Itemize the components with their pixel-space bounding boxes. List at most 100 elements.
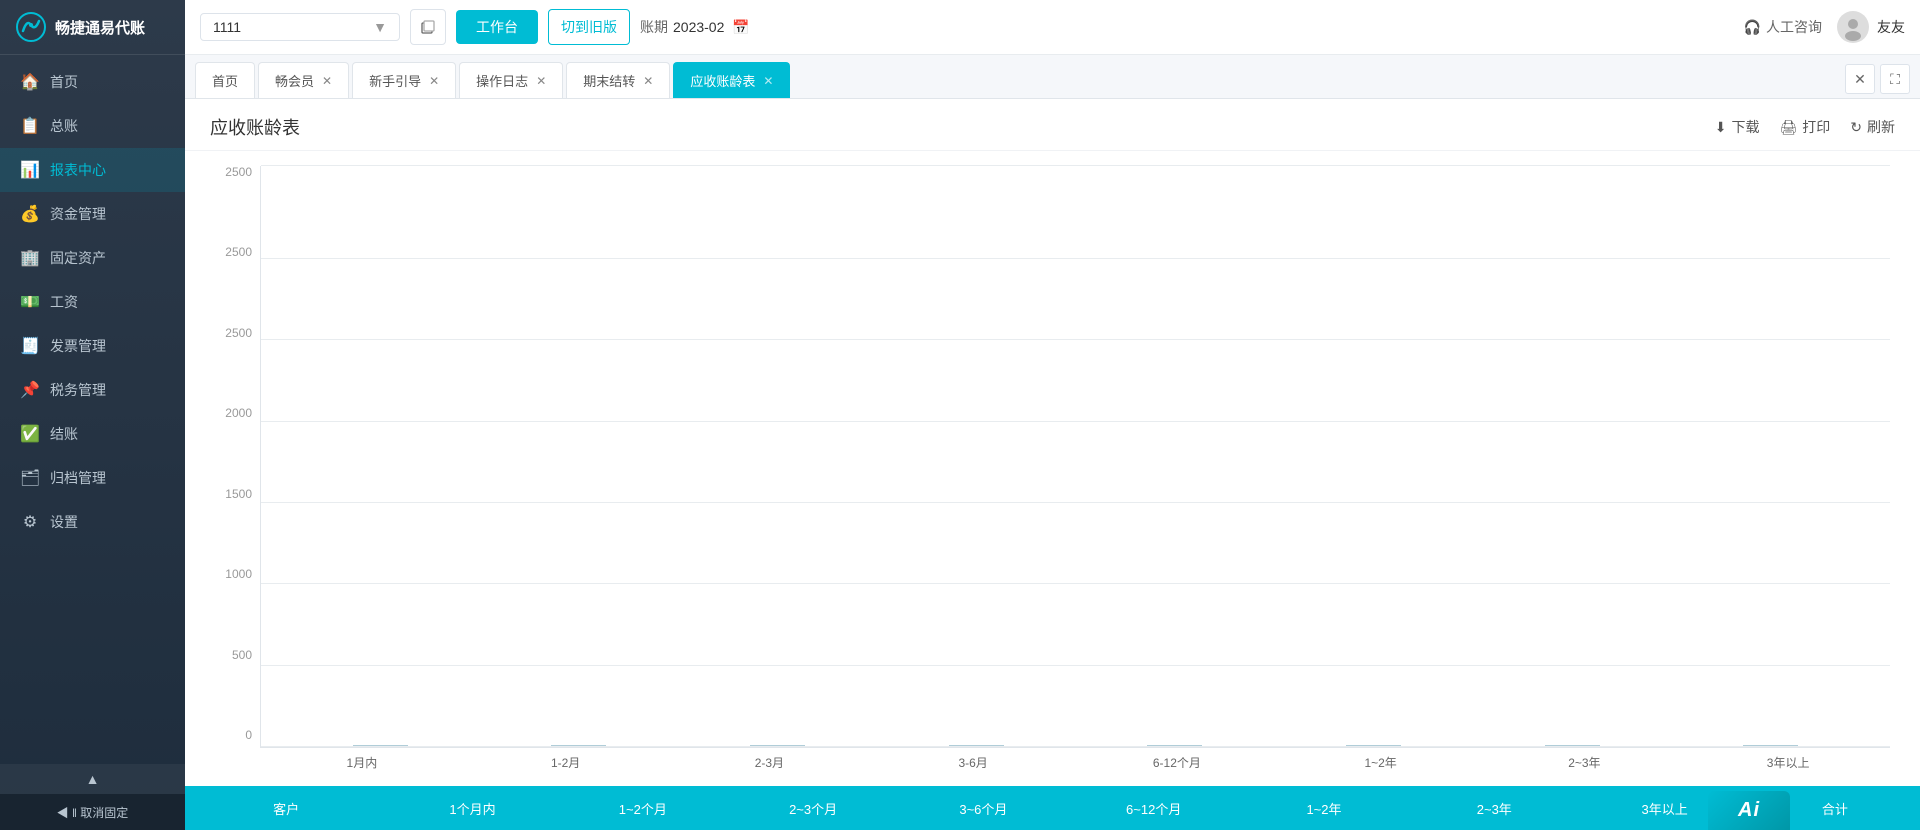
x-axis-label: 1月内	[260, 754, 464, 771]
copy-icon-btn[interactable]	[410, 9, 446, 45]
user-info[interactable]: 友友	[1837, 11, 1905, 43]
grid-line	[261, 502, 1890, 503]
chart-y-axis: 2500250025002000150010005000	[215, 166, 260, 771]
tab-oplog[interactable]: 操作日志✕	[459, 62, 563, 98]
refresh-btn[interactable]: ↻ 刷新	[1850, 117, 1895, 137]
user-name: 友友	[1877, 17, 1905, 37]
sidebar-item-tax[interactable]: 📌税务管理	[0, 368, 185, 412]
tab-close-ar_aging[interactable]: ✕	[763, 74, 773, 88]
calendar-icon[interactable]: 📅	[732, 19, 749, 36]
tab-label-ar_aging: 应收账龄表	[690, 71, 755, 90]
table-header-bar: 客户1个月内1~2个月2~3个月3~6个月6~12个月1~2年2~3年3年以上合…	[185, 786, 1920, 830]
close-all-tabs-btn[interactable]: ✕	[1845, 64, 1875, 94]
tab-home[interactable]: 首页	[195, 62, 255, 98]
x-axis-label: 6-12个月	[1075, 754, 1279, 771]
sidebar-item-payroll[interactable]: 💵工资	[0, 280, 185, 324]
tab-close-period_end[interactable]: ✕	[643, 74, 653, 88]
x-axis-label: 1-2月	[464, 754, 668, 771]
tabs-bar: 首页 畅会员✕新手引导✕操作日志✕期末结转✕ 应收账龄表 ✕ ✕ ⛶	[185, 55, 1920, 99]
sidebar-item-archive[interactable]: 🗂 归档管理	[0, 456, 185, 500]
tab-period_end[interactable]: 期末结转✕	[566, 62, 670, 98]
sidebar: 畅捷通易代账 🏠 首页 📋总账📊报表中心 💰 资金管理 🏢 固定资产 💵工资 🧾 发票管理 📌税务管…	[0, 0, 185, 830]
sidebar-item-reports[interactable]: 📊报表中心	[0, 148, 185, 192]
sidebar-label-tax: 税务管理	[50, 380, 106, 400]
tab-member[interactable]: 畅会员✕	[258, 62, 349, 98]
period-info: 账期 2023-02 📅	[640, 17, 750, 37]
tab-close-oplog[interactable]: ✕	[536, 74, 546, 88]
invoice-icon: 🧾	[20, 336, 40, 356]
funds-icon: 💰	[20, 204, 40, 224]
ledger-icon: 📋	[20, 116, 40, 136]
sidebar-item-home[interactable]: 🏠 首页	[0, 60, 185, 104]
period-value: 2023-02	[673, 19, 724, 35]
table-header-cell: 1~2年	[1239, 799, 1409, 818]
page-title: 应收账龄表	[210, 114, 300, 140]
sidebar-label-assets: 固定资产	[50, 248, 106, 268]
company-selector[interactable]: 1111 ▼	[200, 13, 400, 41]
tab-ar_aging[interactable]: 应收账龄表 ✕	[673, 62, 790, 98]
sidebar-nav: 🏠 首页 📋总账📊报表中心 💰 资金管理 🏢 固定资产 💵工资 🧾 发票管理 📌税务管理✅结账 🗂 归档…	[0, 55, 185, 764]
header: 1111 ▼ 工作台 切到旧版 账期 2023-02 📅 🎧 人工咨询	[185, 0, 1920, 55]
content-area: 应收账龄表 ⬇ 下载 🖨 打印 ↻ 刷新	[185, 99, 1920, 830]
sidebar-label-home: 首页	[50, 72, 78, 92]
x-axis-label: 1~2年	[1279, 754, 1483, 771]
tab-label-home: 首页	[212, 71, 238, 90]
table-header-cell: 1~2个月	[558, 799, 728, 818]
print-label: 打印	[1802, 117, 1830, 137]
archive-icon: 🗂	[20, 468, 40, 488]
sidebar-item-funds[interactable]: 💰 资金管理	[0, 192, 185, 236]
home-icon: 🏠	[20, 72, 40, 92]
chart-plot-area	[260, 166, 1890, 748]
consultation-btn[interactable]: 🎧 人工咨询	[1744, 17, 1822, 37]
table-header-cell: 客户	[185, 799, 387, 818]
print-btn[interactable]: 🖨 打印	[1779, 117, 1830, 137]
sidebar-item-checkout[interactable]: ✅结账	[0, 412, 185, 456]
table-header-cell: 2~3个月	[728, 799, 898, 818]
download-label: 下载	[1731, 117, 1759, 137]
table-header-cell: 1个月内	[387, 799, 557, 818]
refresh-icon: ↻	[1850, 119, 1862, 136]
sidebar-label-archive: 归档管理	[50, 468, 106, 488]
sidebar-logo: 畅捷通易代账	[0, 0, 185, 55]
sidebar-item-assets[interactable]: 🏢 固定资产	[0, 236, 185, 280]
grid-line	[261, 339, 1890, 340]
page-actions: ⬇ 下载 🖨 打印 ↻ 刷新	[1715, 117, 1895, 137]
x-axis-label: 2-3月	[668, 754, 872, 771]
company-name: 1111	[213, 19, 365, 35]
sidebar-scroll-up[interactable]: ▲	[0, 764, 185, 794]
tabs-actions: ✕ ⛶	[1845, 64, 1910, 98]
workbench-button[interactable]: 工作台	[456, 10, 538, 44]
grid-line	[261, 421, 1890, 422]
headset-icon: 🎧	[1744, 19, 1761, 36]
payroll-icon: 💵	[20, 292, 40, 312]
y-axis-label: 500	[232, 649, 252, 661]
refresh-label: 刷新	[1867, 117, 1895, 137]
sidebar-item-settings[interactable]: ⚙设置	[0, 500, 185, 544]
reports-icon: 📊	[20, 160, 40, 180]
assets-icon: 🏢	[20, 248, 40, 268]
sidebar-item-ledger[interactable]: 📋总账	[0, 104, 185, 148]
y-axis-label: 2500	[225, 166, 252, 178]
switch-version-button[interactable]: 切到旧版	[548, 9, 630, 45]
download-icon: ⬇	[1715, 119, 1727, 136]
download-btn[interactable]: ⬇ 下载	[1715, 117, 1760, 137]
checkout-icon: ✅	[20, 424, 40, 444]
settings-icon: ⚙	[20, 512, 40, 532]
sidebar-label-invoice: 发票管理	[50, 336, 106, 356]
sidebar-label-funds: 资金管理	[50, 204, 106, 224]
sidebar-item-invoice[interactable]: 🧾 发票管理	[0, 324, 185, 368]
tab-guide[interactable]: 新手引导✕	[352, 62, 456, 98]
maximize-btn[interactable]: ⛶	[1880, 64, 1910, 94]
y-axis-label: 1500	[225, 488, 252, 500]
y-axis-label: 0	[245, 729, 252, 741]
tab-close-member[interactable]: ✕	[322, 74, 332, 88]
y-axis-label: 2000	[225, 407, 252, 419]
tab-close-guide[interactable]: ✕	[429, 74, 439, 88]
chevron-down-icon: ▼	[373, 19, 387, 35]
ai-badge: Ai	[1708, 791, 1790, 830]
cancel-fixed-btn[interactable]: ◀ ‖ 取消固定	[0, 794, 185, 830]
period-label: 账期	[640, 17, 668, 37]
y-axis-label: 2500	[225, 246, 252, 258]
avatar	[1837, 11, 1869, 43]
y-axis-label: 1000	[225, 568, 252, 580]
